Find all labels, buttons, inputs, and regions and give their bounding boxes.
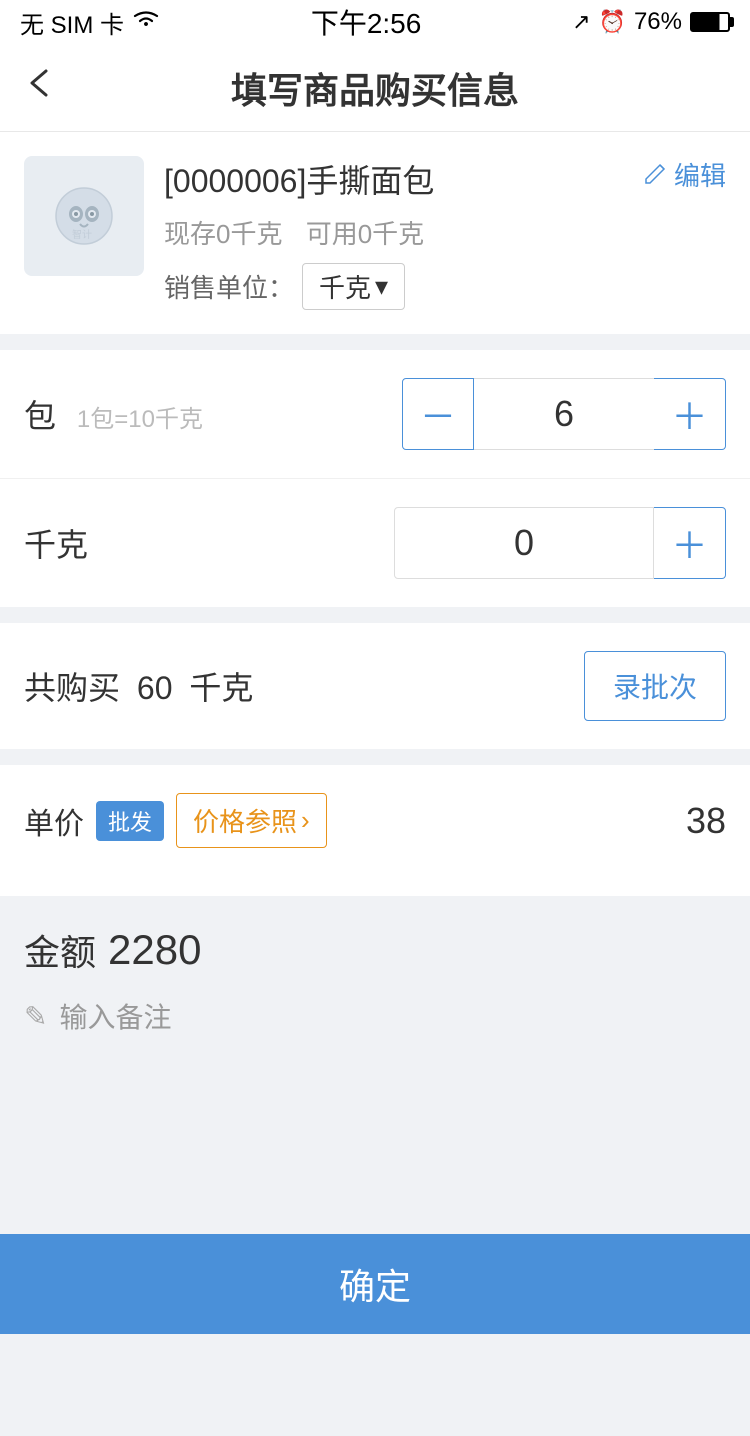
pencil-icon: ✎ bbox=[24, 1000, 47, 1033]
product-info: [0000006]手撕面包 编辑 现存0千克 可用0千克 销售单位： 千克 ▾ bbox=[164, 156, 726, 310]
alarm-icon: ⏰ bbox=[599, 9, 626, 35]
location-icon: ↗ bbox=[572, 9, 590, 35]
product-stock: 现存0千克 可用0千克 bbox=[164, 214, 726, 251]
remark-label: 输入备注 bbox=[59, 996, 171, 1036]
product-image: 智计 bbox=[24, 156, 144, 276]
confirm-bar[interactable]: 确定 bbox=[0, 1234, 750, 1334]
total-section: 共购买 60 千克 录批次 bbox=[0, 623, 750, 749]
product-card: 智计 [0000006]手撕面包 编辑 现存0千克 可用0千克 销售单位： 千克… bbox=[0, 132, 750, 334]
batch-button[interactable]: 录批次 bbox=[584, 651, 726, 721]
bao-plus-button[interactable]: ＋ bbox=[654, 378, 726, 450]
carrier-text: 无 SIM 卡 bbox=[20, 5, 124, 40]
battery-icon bbox=[690, 12, 730, 32]
battery-percent: 76% bbox=[634, 8, 682, 36]
status-bar: 无 SIM 卡 下午2:56 ↗ ⏰ 76% bbox=[0, 0, 750, 44]
price-value: 38 bbox=[686, 800, 726, 842]
quantity-section: 包 1包=10千克 － ＋ 千克 ＋ bbox=[0, 350, 750, 607]
total-text: 共购买 60 千克 bbox=[24, 663, 253, 709]
product-unit: 销售单位： 千克 ▾ bbox=[164, 263, 726, 310]
bao-label: 包 1包=10千克 bbox=[24, 391, 402, 437]
kg-plus-button[interactable]: ＋ bbox=[654, 507, 726, 579]
dropdown-icon: ▾ bbox=[375, 271, 388, 302]
edit-button[interactable]: 编辑 bbox=[642, 156, 726, 193]
amount-value: 2280 bbox=[108, 926, 201, 974]
price-ref-button[interactable]: 价格参照 › bbox=[176, 793, 327, 848]
status-time: 下午2:56 bbox=[311, 2, 422, 42]
status-left: 无 SIM 卡 bbox=[20, 5, 160, 40]
confirm-button[interactable]: 确定 bbox=[339, 1258, 411, 1310]
price-section: 单价 批发 价格参照 › 38 bbox=[0, 765, 750, 896]
bao-row: 包 1包=10千克 － ＋ bbox=[0, 350, 750, 479]
kg-quantity-control: ＋ bbox=[394, 507, 726, 579]
amount-section: 金额 2280 ✎ 输入备注 bbox=[0, 896, 750, 1056]
wifi-icon bbox=[132, 8, 160, 37]
product-name: [0000006]手撕面包 bbox=[164, 156, 434, 202]
amount-row: 金额 2280 bbox=[24, 924, 726, 976]
price-label: 单价 批发 价格参照 › bbox=[24, 793, 327, 848]
status-right: ↗ ⏰ 76% bbox=[572, 8, 730, 36]
remark-row[interactable]: ✎ 输入备注 bbox=[24, 996, 726, 1036]
svg-text:智计: 智计 bbox=[72, 228, 92, 241]
kg-quantity-input[interactable] bbox=[394, 507, 654, 579]
kg-label: 千克 bbox=[24, 520, 394, 566]
nav-bar: 填写商品购买信息 bbox=[0, 44, 750, 132]
back-button[interactable] bbox=[24, 61, 52, 115]
bao-minus-button[interactable]: － bbox=[402, 378, 474, 450]
bao-quantity-input[interactable] bbox=[474, 378, 654, 450]
bao-quantity-control: － ＋ bbox=[402, 378, 726, 450]
pifa-badge: 批发 bbox=[96, 801, 164, 841]
unit-select[interactable]: 千克 ▾ bbox=[302, 263, 405, 310]
kg-row: 千克 ＋ bbox=[0, 479, 750, 607]
page-title: 填写商品购买信息 bbox=[231, 62, 519, 114]
price-row: 单价 批发 价格参照 › 38 bbox=[24, 793, 726, 848]
chevron-right-icon: › bbox=[301, 805, 310, 836]
